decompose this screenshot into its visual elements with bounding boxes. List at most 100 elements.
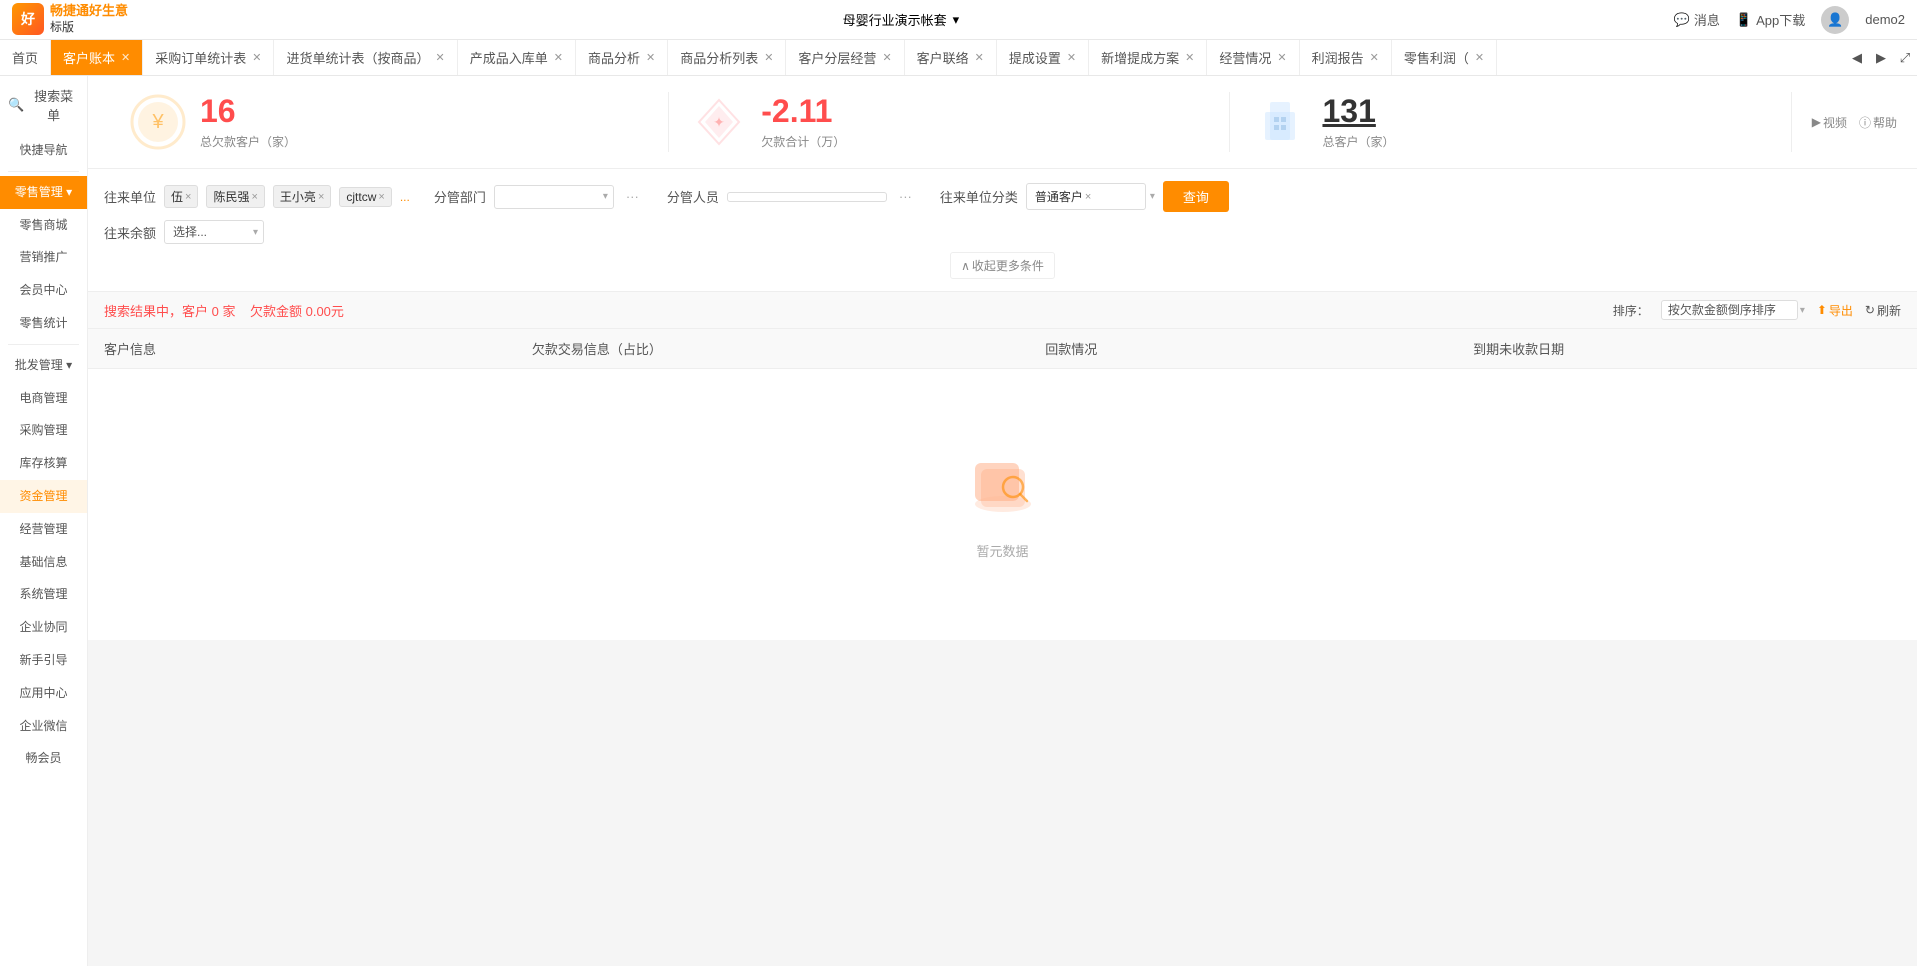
tab-add-commission[interactable]: 新增提成方案 ✕ xyxy=(1089,40,1207,76)
sidebar-item-retail-mall[interactable]: 零售商城 xyxy=(0,209,87,242)
unit-tag-3-close[interactable]: × xyxy=(318,191,324,203)
building-icon xyxy=(1250,92,1310,152)
help-btn[interactable]: ⓘ 帮助 xyxy=(1859,114,1897,131)
tab-close-icon[interactable]: ✕ xyxy=(1370,51,1379,64)
tab-close-icon[interactable]: ✕ xyxy=(1475,51,1484,64)
app-download-btn[interactable]: 📱 App下载 xyxy=(1736,10,1805,29)
tab-customer-contact[interactable]: 客户联络 ✕ xyxy=(905,40,997,76)
dept-select[interactable] xyxy=(494,185,614,209)
tab-close-icon[interactable]: ✕ xyxy=(1277,51,1286,64)
stats-area: ¥ 16 总欠款客户（家） ✦ -2.11 xyxy=(88,76,1917,169)
help-label: 帮助 xyxy=(1873,114,1897,131)
tab-finished-goods[interactable]: 产成品入库单 ✕ xyxy=(458,40,576,76)
unit-tag-3[interactable]: 王小亮 × xyxy=(273,185,331,208)
tab-purchase-stat-product[interactable]: 进货单统计表（按商品） ✕ xyxy=(274,40,457,76)
unit-type-input[interactable]: 普通客户 × xyxy=(1026,183,1146,210)
sidebar-item-operation-mgmt[interactable]: 经营管理 xyxy=(0,513,87,546)
sidebar-item-enterprise-collab[interactable]: 企业协同 xyxy=(0,611,87,644)
unit-tag-4-close[interactable]: × xyxy=(378,191,384,203)
nav-prev-icon[interactable]: ◀ xyxy=(1845,40,1869,76)
tab-product-analysis-list[interactable]: 商品分析列表 ✕ xyxy=(668,40,786,76)
empty-text: 暂元数据 xyxy=(976,541,1028,560)
tab-close-icon[interactable]: ✕ xyxy=(882,51,891,64)
tab-business-status[interactable]: 经营情况 ✕ xyxy=(1207,40,1299,76)
sidebar-item-system-mgmt[interactable]: 系统管理 xyxy=(0,578,87,611)
unit-tag-2[interactable]: 陈民强 × xyxy=(206,185,264,208)
message-btn[interactable]: 💬 消息 xyxy=(1674,10,1720,29)
filter-area: 往来单位 伍 × 陈民强 × 王小亮 × cjttcw × ... xyxy=(88,169,1917,292)
unit-tag-1-close[interactable]: × xyxy=(185,191,191,203)
industry-label: 母婴行业演示帐套 xyxy=(843,10,947,29)
avatar[interactable]: 👤 xyxy=(1821,6,1849,34)
stat-card-total-customers: ¥ 16 总欠款客户（家） xyxy=(108,92,669,152)
industry-selector[interactable]: 母婴行业演示帐套 ▾ xyxy=(843,10,960,29)
sidebar-item-capital-mgmt[interactable]: 资金管理 xyxy=(0,480,87,513)
inventory-label: 库存核算 xyxy=(19,456,67,470)
sidebar-item-wholesale-mgmt[interactable]: 批发管理 ▾ xyxy=(0,349,87,382)
nav-next-icon[interactable]: ▶ xyxy=(1869,40,1893,76)
tab-close-icon[interactable]: ✕ xyxy=(554,51,563,64)
sidebar-item-enterprise-wechat[interactable]: 企业微信 xyxy=(0,710,87,743)
sidebar-item-basic-info[interactable]: 基础信息 xyxy=(0,546,87,579)
tab-close-icon[interactable]: ✕ xyxy=(1067,51,1076,64)
export-btn[interactable]: ⬆ 导出 xyxy=(1817,302,1853,319)
tab-close-icon[interactable]: ✕ xyxy=(252,51,261,64)
nav-expand-icon[interactable]: ⤢ xyxy=(1893,40,1917,76)
unit-tag-4[interactable]: cjttcw × xyxy=(339,187,391,207)
tab-customer-ledger[interactable]: 客户账本 ✕ xyxy=(51,40,143,76)
tab-close-icon[interactable]: ✕ xyxy=(646,51,655,64)
sidebar-item-chang-member[interactable]: 畅会员 xyxy=(0,742,87,775)
tab-profit-report[interactable]: 利润报告 ✕ xyxy=(1300,40,1392,76)
remainder-select[interactable]: 选择... xyxy=(164,220,264,244)
purchase-mgmt-label: 采购管理 xyxy=(19,423,67,437)
sort-select[interactable]: 按欠款金额倒序排序 xyxy=(1661,300,1798,320)
sidebar-item-retail-mgmt[interactable]: 零售管理 ▾ xyxy=(0,176,87,209)
chevron-icon: ▾ xyxy=(66,358,72,372)
tab-close-icon[interactable]: ✕ xyxy=(1185,51,1194,64)
tab-customer-tier[interactable]: 客户分层经营 ✕ xyxy=(786,40,904,76)
unit-type-tag[interactable]: 普通客户 × xyxy=(1035,188,1091,205)
sort-select-wrap: 按欠款金额倒序排序 ▾ xyxy=(1661,300,1805,320)
sidebar-item-ecommerce[interactable]: 电商管理 xyxy=(0,382,87,415)
collapse-btn[interactable]: ∧ 收起更多条件 xyxy=(950,252,1055,279)
stat-main-clients: 131 xyxy=(1322,94,1394,129)
refresh-btn[interactable]: ↻ 刷新 xyxy=(1865,302,1901,319)
sidebar-item-retail-stats[interactable]: 零售统计 xyxy=(0,307,87,340)
retail-mgmt-label: 零售管理 xyxy=(15,185,63,199)
query-btn[interactable]: 查询 xyxy=(1163,181,1229,212)
search-menu-btn[interactable]: 🔍 搜索菜单 xyxy=(8,86,79,124)
sidebar-item-member-center[interactable]: 会员中心 xyxy=(0,274,87,307)
tab-close-icon[interactable]: ✕ xyxy=(764,51,773,64)
debt-value: 0.00元 xyxy=(306,304,344,319)
sidebar-item-purchase-mgmt[interactable]: 采购管理 xyxy=(0,414,87,447)
tab-close-icon[interactable]: ✕ xyxy=(975,51,984,64)
sidebar-item-inventory[interactable]: 库存核算 xyxy=(0,447,87,480)
result-bar: 搜索结果中，客户 0 家 欠款金额 0.00元 排序： 按欠款金额倒序排序 ▾ … xyxy=(88,292,1917,329)
empty-icon xyxy=(953,449,1053,529)
tab-purchase-order-stat[interactable]: 采购订单统计表 ✕ xyxy=(143,40,274,76)
tab-close-icon[interactable]: ✕ xyxy=(121,51,130,64)
tab-commission-settings[interactable]: 提成设置 ✕ xyxy=(997,40,1089,76)
unit-type-tag-close[interactable]: × xyxy=(1085,191,1091,203)
person-dots[interactable]: ··· xyxy=(895,185,916,208)
person-input[interactable] xyxy=(727,192,887,202)
unit-tag-1[interactable]: 伍 × xyxy=(164,185,198,208)
tab-label: 产成品入库单 xyxy=(470,48,548,67)
sidebar-item-marketing[interactable]: 营销推广 xyxy=(0,241,87,274)
marketing-label: 营销推广 xyxy=(19,250,67,264)
sidebar-item-app-center[interactable]: 应用中心 xyxy=(0,677,87,710)
sidebar-item-newbie-guide[interactable]: 新手引导 xyxy=(0,644,87,677)
dept-dots[interactable]: ··· xyxy=(622,185,643,208)
tab-home[interactable]: 首页 xyxy=(0,40,51,76)
tab-close-icon[interactable]: ✕ xyxy=(436,51,445,64)
remainder-label: 往来余额 xyxy=(104,223,156,242)
video-btn[interactable]: ▶ 视频 xyxy=(1812,114,1847,131)
unit-more-btn[interactable]: ... xyxy=(400,190,410,204)
tab-retail-profit[interactable]: 零售利润（ ✕ xyxy=(1392,40,1497,76)
tab-product-analysis[interactable]: 商品分析 ✕ xyxy=(576,40,668,76)
top-bar-right: 💬 消息 📱 App下载 👤 demo2 xyxy=(1674,6,1905,34)
unit-tag-2-close[interactable]: × xyxy=(251,191,257,203)
sidebar-search-area: 🔍 搜索菜单 xyxy=(0,76,87,134)
sidebar: 🔍 搜索菜单 快捷导航 零售管理 ▾ 零售商城 营销推广 会员中心 零售统计 批… xyxy=(0,76,88,966)
svg-text:¥: ¥ xyxy=(151,111,164,133)
